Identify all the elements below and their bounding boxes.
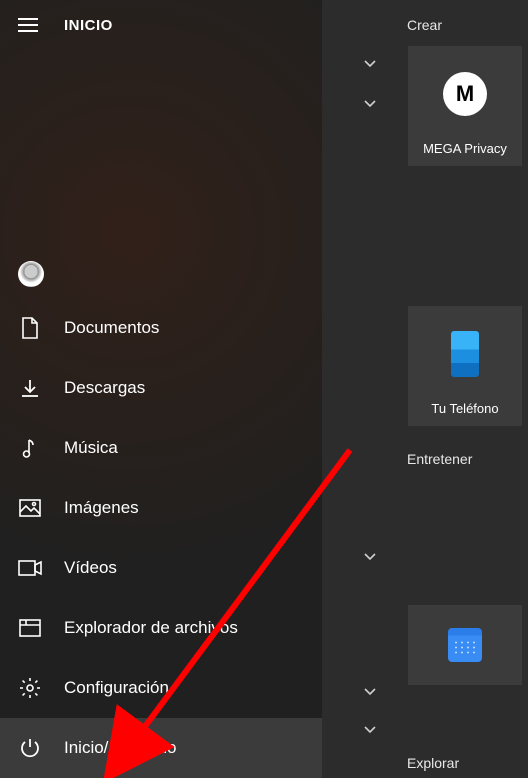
downloads-button[interactable]: Descargas — [0, 358, 322, 418]
chevron-down-icon[interactable] — [364, 688, 376, 696]
music-label: Música — [64, 438, 118, 458]
tile-mega-label: MEGA Privacy — [423, 141, 507, 156]
group-header-entertain[interactable]: Entretener — [407, 451, 472, 467]
start-menu: INICIO Documentos — [0, 0, 528, 778]
pictures-icon — [18, 499, 42, 517]
left-pane: INICIO Documentos — [0, 0, 322, 778]
chevron-down-icon[interactable] — [364, 100, 376, 108]
tile-mega-privacy[interactable]: M MEGA Privacy — [408, 46, 522, 166]
settings-label: Configuración — [64, 678, 169, 698]
file-explorer-label: Explorador de archivos — [64, 618, 238, 638]
pictures-button[interactable]: Imágenes — [0, 478, 322, 538]
start-title: INICIO — [64, 17, 113, 34]
chevron-down-icon[interactable] — [364, 60, 376, 68]
file-explorer-button[interactable]: Explorador de archivos — [0, 598, 322, 658]
hamburger-icon[interactable] — [18, 18, 38, 32]
download-icon — [18, 378, 42, 398]
phone-icon — [408, 306, 522, 401]
avatar-icon — [18, 261, 44, 287]
documents-button[interactable]: Documentos — [0, 298, 322, 358]
videos-label: Vídeos — [64, 558, 117, 578]
document-icon — [18, 317, 42, 339]
pictures-label: Imágenes — [64, 498, 139, 518]
power-icon — [18, 738, 42, 758]
power-label: Inicio/Apagado — [64, 738, 176, 758]
documents-label: Documentos — [64, 318, 159, 338]
videos-button[interactable]: Vídeos — [0, 538, 322, 598]
tile-calendar[interactable] — [408, 605, 522, 685]
start-header: INICIO — [0, 0, 322, 50]
calendar-icon — [448, 628, 482, 662]
music-icon — [18, 437, 42, 459]
user-account-button[interactable] — [0, 250, 322, 298]
downloads-label: Descargas — [64, 378, 145, 398]
chevron-down-icon[interactable] — [364, 726, 376, 734]
group-header-explore[interactable]: Explorar — [407, 755, 459, 771]
gear-icon — [18, 677, 42, 699]
music-button[interactable]: Música — [0, 418, 322, 478]
group-header-create[interactable]: Crear — [407, 17, 442, 33]
file-explorer-icon — [18, 619, 42, 637]
left-bottom-items: Documentos Descargas Música — [0, 250, 322, 778]
tile-phone-label: Tu Teléfono — [431, 401, 498, 416]
mega-icon: M — [408, 46, 522, 141]
tile-your-phone[interactable]: Tu Teléfono — [408, 306, 522, 426]
power-button[interactable]: Inicio/Apagado — [0, 718, 322, 778]
settings-button[interactable]: Configuración — [0, 658, 322, 718]
left-spacer — [0, 50, 322, 250]
video-icon — [18, 560, 42, 576]
right-pane: Crear M MEGA Privacy Tu Teléfono Entrete… — [322, 0, 528, 778]
chevron-down-icon[interactable] — [364, 553, 376, 561]
